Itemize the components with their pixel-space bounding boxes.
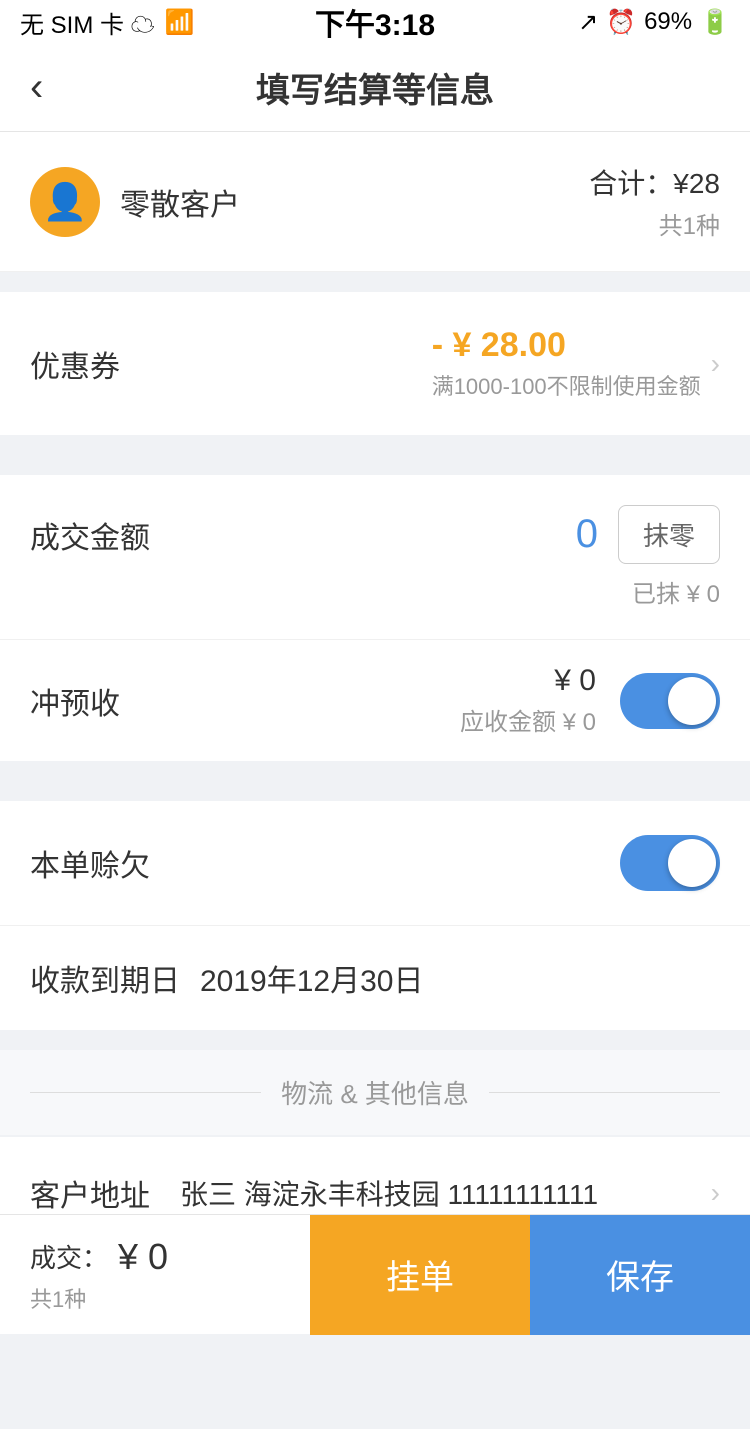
customer-name: 零散客户: [120, 180, 240, 224]
coupon-row[interactable]: 优惠券 - ¥ 28.00 满1000-100不限制使用金额 ›: [0, 292, 750, 435]
amount-section: 成交金额 0 抹零 已抹 ¥ 0: [0, 475, 750, 629]
hold-button[interactable]: 挂单: [310, 1215, 530, 1335]
coupon-discount: - ¥ 28.00: [432, 326, 701, 365]
debt-label: 本单赊欠: [30, 841, 150, 885]
status-left: 无 SIM 卡 ☁ 📶: [20, 5, 195, 40]
prepay-value-block: ¥ 0 应收金额 ¥ 0: [460, 664, 596, 737]
debt-toggle-knob: [668, 839, 716, 887]
due-date-value: 2019年12月30日: [200, 956, 423, 1000]
coupon-value-block: - ¥ 28.00 满1000-100不限制使用金额: [432, 326, 701, 401]
amount-sub: 已抹 ¥ 0: [30, 574, 720, 629]
amount-row: 成交金额 0 抹零: [30, 505, 720, 574]
transaction-section: 成交金额 0 抹零 已抹 ¥ 0 冲预收 ¥ 0 应收金额 ¥ 0: [0, 475, 750, 761]
avatar-icon: 👤: [43, 181, 88, 223]
due-date-label: 收款到期日: [30, 956, 180, 1000]
coupon-sub: 满1000-100不限制使用金额: [432, 369, 701, 401]
coupon-label: 优惠券: [30, 342, 120, 386]
logistics-line-right: [489, 1092, 720, 1093]
customer-row[interactable]: 👤 零散客户 合计：¥28 共1种: [0, 132, 750, 272]
address-value: 张三 海淀永丰科技园 11111111111: [180, 1173, 711, 1213]
prepay-right: ¥ 0 应收金额 ¥ 0: [460, 664, 720, 737]
footer-count: 共1种: [30, 1282, 280, 1314]
battery-icon: 🔋: [700, 8, 730, 37]
customer-left: 👤 零散客户: [30, 167, 240, 237]
battery-level: 69%: [644, 8, 692, 36]
customer-right: 合计：¥28 共1种: [589, 162, 720, 241]
debt-row: 本单赊欠: [0, 801, 750, 925]
prepay-row: 冲预收 ¥ 0 应收金额 ¥ 0: [0, 639, 750, 761]
customer-total: 合计：¥28: [589, 162, 720, 202]
logistics-divider: 物流 & 其他信息: [0, 1050, 750, 1135]
logistics-label: 物流 & 其他信息: [281, 1074, 469, 1111]
due-date-row[interactable]: 收款到期日 2019年12月30日: [0, 925, 750, 1030]
footer-deal: 成交： ¥ 0: [30, 1236, 280, 1278]
save-button[interactable]: 保存: [530, 1215, 750, 1335]
footer: 成交： ¥ 0 共1种 挂单 保存: [0, 1214, 750, 1334]
amount-label: 成交金额: [30, 513, 150, 557]
wifi-icon: 📶: [165, 8, 195, 37]
page-title: 填写结算等信息: [256, 63, 494, 112]
sim-label: 无 SIM 卡 ☁: [20, 5, 155, 40]
avatar: 👤: [30, 167, 100, 237]
prepay-label: 冲预收: [30, 679, 120, 723]
prepay-toggle[interactable]: [620, 673, 720, 729]
debt-toggle[interactable]: [620, 835, 720, 891]
chevron-right-icon: ›: [711, 348, 720, 380]
address-chevron-icon: ›: [711, 1177, 720, 1209]
footer-info: 成交： ¥ 0 共1种: [0, 1236, 310, 1314]
customer-count: 共1种: [589, 206, 720, 241]
address-label: 客户地址: [30, 1171, 150, 1215]
alarm-icon: ⏰: [606, 8, 636, 37]
amount-value: 0: [576, 512, 598, 557]
divider-2: [0, 781, 750, 801]
logistics-line-left: [30, 1092, 261, 1093]
status-bar: 无 SIM 卡 ☁ 📶 下午3:18 ↗ ⏰ 69% 🔋: [0, 0, 750, 44]
round-zero-button[interactable]: 抹零: [618, 505, 720, 564]
footer-deal-amount: ¥ 0: [118, 1236, 168, 1278]
prepay-receivable: 应收金额 ¥ 0: [460, 702, 596, 737]
divider-1: [0, 455, 750, 475]
coupon-section: 优惠券 - ¥ 28.00 满1000-100不限制使用金额 ›: [0, 292, 750, 435]
debt-section: 本单赊欠 收款到期日 2019年12月30日: [0, 801, 750, 1030]
toggle-knob: [668, 677, 716, 725]
footer-deal-label: 成交：: [30, 1238, 108, 1275]
prepay-amount: ¥ 0: [460, 664, 596, 698]
amount-right: 0 抹零: [576, 505, 720, 564]
nav-bar: ‹ 填写结算等信息: [0, 44, 750, 132]
back-button[interactable]: ‹: [30, 65, 90, 110]
status-right: ↗ ⏰ 69% 🔋: [578, 8, 730, 37]
coupon-right: - ¥ 28.00 满1000-100不限制使用金额 ›: [432, 326, 720, 401]
status-time: 下午3:18: [315, 0, 435, 44]
location-icon: ↗: [578, 8, 598, 37]
customer-section: 👤 零散客户 合计：¥28 共1种: [0, 132, 750, 272]
